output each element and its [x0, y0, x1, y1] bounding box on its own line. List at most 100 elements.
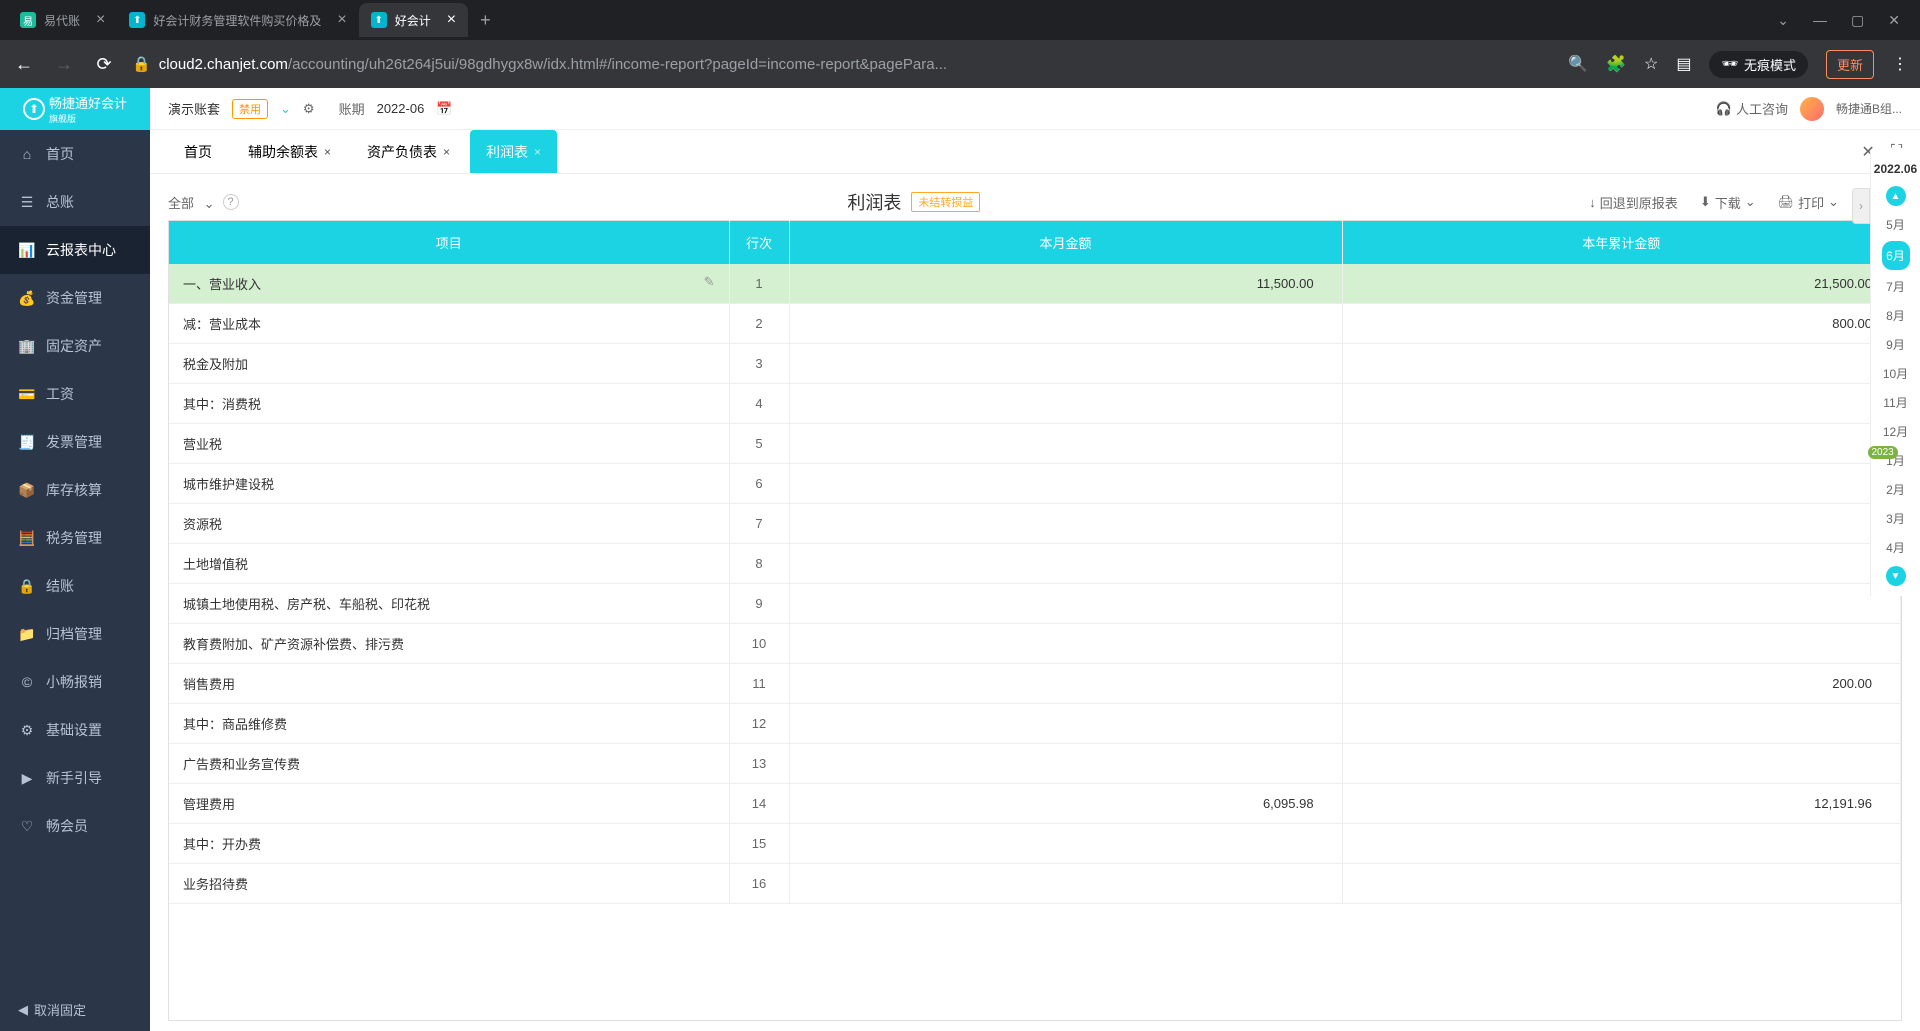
sidebar-item-money[interactable]: 💰资金管理	[0, 274, 150, 322]
sidebar-item-invoice[interactable]: 🧾发票管理	[0, 418, 150, 466]
download-button[interactable]: ⬇ 下载 ⌄	[1700, 193, 1756, 212]
table-row[interactable]: 营业税 5	[169, 424, 1901, 464]
page-tab[interactable]: 资产负债表×	[351, 130, 466, 173]
sidebar-item-salary[interactable]: 💳工资	[0, 370, 150, 418]
sidebar-item-guide[interactable]: ▶新手引导	[0, 754, 150, 802]
unpin-button[interactable]: ◀ 取消固定	[0, 988, 150, 1031]
period-month[interactable]: 8月	[1882, 301, 1910, 330]
period-month[interactable]: 12月	[1882, 417, 1910, 446]
menu-icon[interactable]: ⋮	[1892, 54, 1908, 74]
table-row[interactable]: 城市维护建设税 6	[169, 464, 1901, 504]
period-month[interactable]: 11月	[1882, 388, 1910, 417]
close-window-icon[interactable]: ✕	[1888, 12, 1900, 29]
username[interactable]: 畅捷通B组...	[1836, 100, 1902, 117]
incognito-label: 无痕模式	[1744, 55, 1796, 74]
browser-tab-1[interactable]: ⬆ 好会计财务管理软件购买价格及 ×	[117, 3, 358, 37]
minimize-icon[interactable]: —	[1813, 12, 1827, 29]
table-row[interactable]: 教育费附加、矿产资源补偿费、排污费 10	[169, 624, 1901, 664]
sidebar-item-market[interactable]: ©小畅报销	[0, 658, 150, 706]
table-row[interactable]: 管理费用 14 6,095.98 12,191.96	[169, 784, 1901, 824]
print-button[interactable]: 🖨 打印 ⌄	[1778, 193, 1839, 212]
tab-close-icon[interactable]: ×	[96, 11, 105, 29]
url-bar[interactable]: 🔒 cloud2.chanjet.com/accounting/uh26t264…	[132, 55, 1552, 73]
calendar-icon[interactable]: 📅	[436, 101, 452, 117]
settings-icon[interactable]: ⚙	[303, 101, 315, 117]
nav-right: 🔍 🧩 ☆ ▤ 🕶 无痕模式 更新 ⋮	[1568, 50, 1908, 79]
status-badge: 未结转损益	[911, 192, 980, 212]
table-row[interactable]: 其中：消费税 4	[169, 384, 1901, 424]
period-up-button[interactable]: ▲	[1886, 186, 1906, 206]
period-month[interactable]: 4月	[1882, 533, 1910, 562]
cell-item: 其中：开办费	[169, 824, 729, 864]
period-month[interactable]: 5月	[1882, 210, 1910, 239]
tab-close-icon[interactable]: ×	[337, 11, 346, 29]
consult-button[interactable]: 🎧 人工咨询	[1716, 99, 1788, 118]
new-tab-button[interactable]: +	[468, 10, 503, 31]
tab-close-icon[interactable]: ×	[443, 145, 450, 159]
update-button[interactable]: 更新	[1826, 50, 1874, 79]
table-row[interactable]: 广告费和业务宣传费 13	[169, 744, 1901, 784]
period-month[interactable]: 9月	[1882, 330, 1910, 359]
sidebar-item-archive[interactable]: 📁归档管理	[0, 610, 150, 658]
table-row[interactable]: 一、营业收入✎ 1 11,500.00 21,500.00	[169, 264, 1901, 304]
page-tab[interactable]: 利润表×	[470, 130, 557, 173]
forward-button[interactable]: →	[52, 54, 76, 75]
period-month[interactable]: 10月	[1882, 359, 1910, 388]
vip-icon: ♡	[18, 817, 36, 835]
sidebar-item-home[interactable]: ⌂首页	[0, 130, 150, 178]
tab-close-icon[interactable]: ×	[447, 11, 456, 29]
sidebar-item-close-period[interactable]: 🔒结账	[0, 562, 150, 610]
tab-title: 好会计财务管理软件购买价格及	[153, 12, 321, 29]
period-month[interactable]: 7月	[1882, 272, 1910, 301]
reading-list-icon[interactable]: ▤	[1676, 54, 1691, 74]
caret-down-icon[interactable]: ⌄	[1777, 12, 1789, 29]
sidebar-item-ledger[interactable]: ☰总账	[0, 178, 150, 226]
tab-close-icon[interactable]: ×	[324, 145, 331, 159]
account-name[interactable]: 演示账套	[168, 99, 220, 118]
tab-close-icon[interactable]: ×	[534, 145, 541, 159]
table-row[interactable]: 资源税 7	[169, 504, 1901, 544]
sidebar-item-settings[interactable]: ⚙基础设置	[0, 706, 150, 754]
reset-button[interactable]: ↓ 回退到原报表	[1589, 193, 1678, 212]
sidebar-item-report[interactable]: 📊云报表中心	[0, 226, 150, 274]
expand-handle[interactable]: ›	[1852, 188, 1870, 224]
page-tab[interactable]: 首页	[168, 130, 228, 173]
browser-tab-0[interactable]: 易 易代账 ×	[8, 3, 117, 37]
sidebar-item-label: 首页	[46, 144, 74, 164]
bookmark-icon[interactable]: ☆	[1644, 54, 1658, 74]
logo[interactable]: ⬆ 畅捷通好会计 旗舰版	[0, 88, 150, 130]
chevron-down-icon: ⌄	[1745, 194, 1756, 210]
cell-line: 15	[729, 824, 789, 864]
cell-line: 2	[729, 304, 789, 344]
period-down-button[interactable]: ▼	[1886, 566, 1906, 586]
help-icon[interactable]: ?	[223, 194, 239, 210]
period-month[interactable]: 3月	[1882, 504, 1910, 533]
table-row[interactable]: 业务招待费 16	[169, 864, 1901, 904]
table-row[interactable]: 销售费用 11 200.00	[169, 664, 1901, 704]
table-row[interactable]: 土地增值税 8	[169, 544, 1901, 584]
table-row[interactable]: 减：营业成本 2 800.00	[169, 304, 1901, 344]
zoom-icon[interactable]: 🔍	[1568, 54, 1588, 74]
sidebar-item-stock[interactable]: 📦库存核算	[0, 466, 150, 514]
sidebar-item-asset[interactable]: 🏢固定资产	[0, 322, 150, 370]
sidebar-item-vip[interactable]: ♡畅会员	[0, 802, 150, 850]
avatar[interactable]	[1800, 97, 1824, 121]
edit-icon[interactable]: ✎	[704, 274, 715, 290]
browser-nav-bar: ← → ⟳ 🔒 cloud2.chanjet.com/accounting/uh…	[0, 40, 1920, 88]
sidebar-item-tax[interactable]: 🧮税务管理	[0, 514, 150, 562]
account-dropdown-icon[interactable]: ⌄	[280, 101, 291, 117]
filter-dropdown[interactable]: 全部 ⌄	[168, 193, 215, 212]
period-month[interactable]: 2月	[1882, 475, 1910, 504]
back-button[interactable]: ←	[12, 54, 36, 75]
table-row[interactable]: 城镇土地使用税、房产税、车船税、印花税 9	[169, 584, 1901, 624]
period-month[interactable]: 6月	[1882, 241, 1910, 270]
table-row[interactable]: 其中：商品维修费 12	[169, 704, 1901, 744]
browser-tab-2[interactable]: ⬆ 好会计 ×	[359, 3, 468, 37]
page-tab[interactable]: 辅助余额表×	[232, 130, 347, 173]
incognito-badge[interactable]: 🕶 无痕模式	[1709, 51, 1808, 78]
reload-button[interactable]: ⟳	[92, 54, 116, 75]
table-row[interactable]: 税金及附加 3	[169, 344, 1901, 384]
maximize-icon[interactable]: ▢	[1851, 12, 1864, 29]
extensions-icon[interactable]: 🧩	[1606, 54, 1626, 74]
table-row[interactable]: 其中：开办费 15	[169, 824, 1901, 864]
